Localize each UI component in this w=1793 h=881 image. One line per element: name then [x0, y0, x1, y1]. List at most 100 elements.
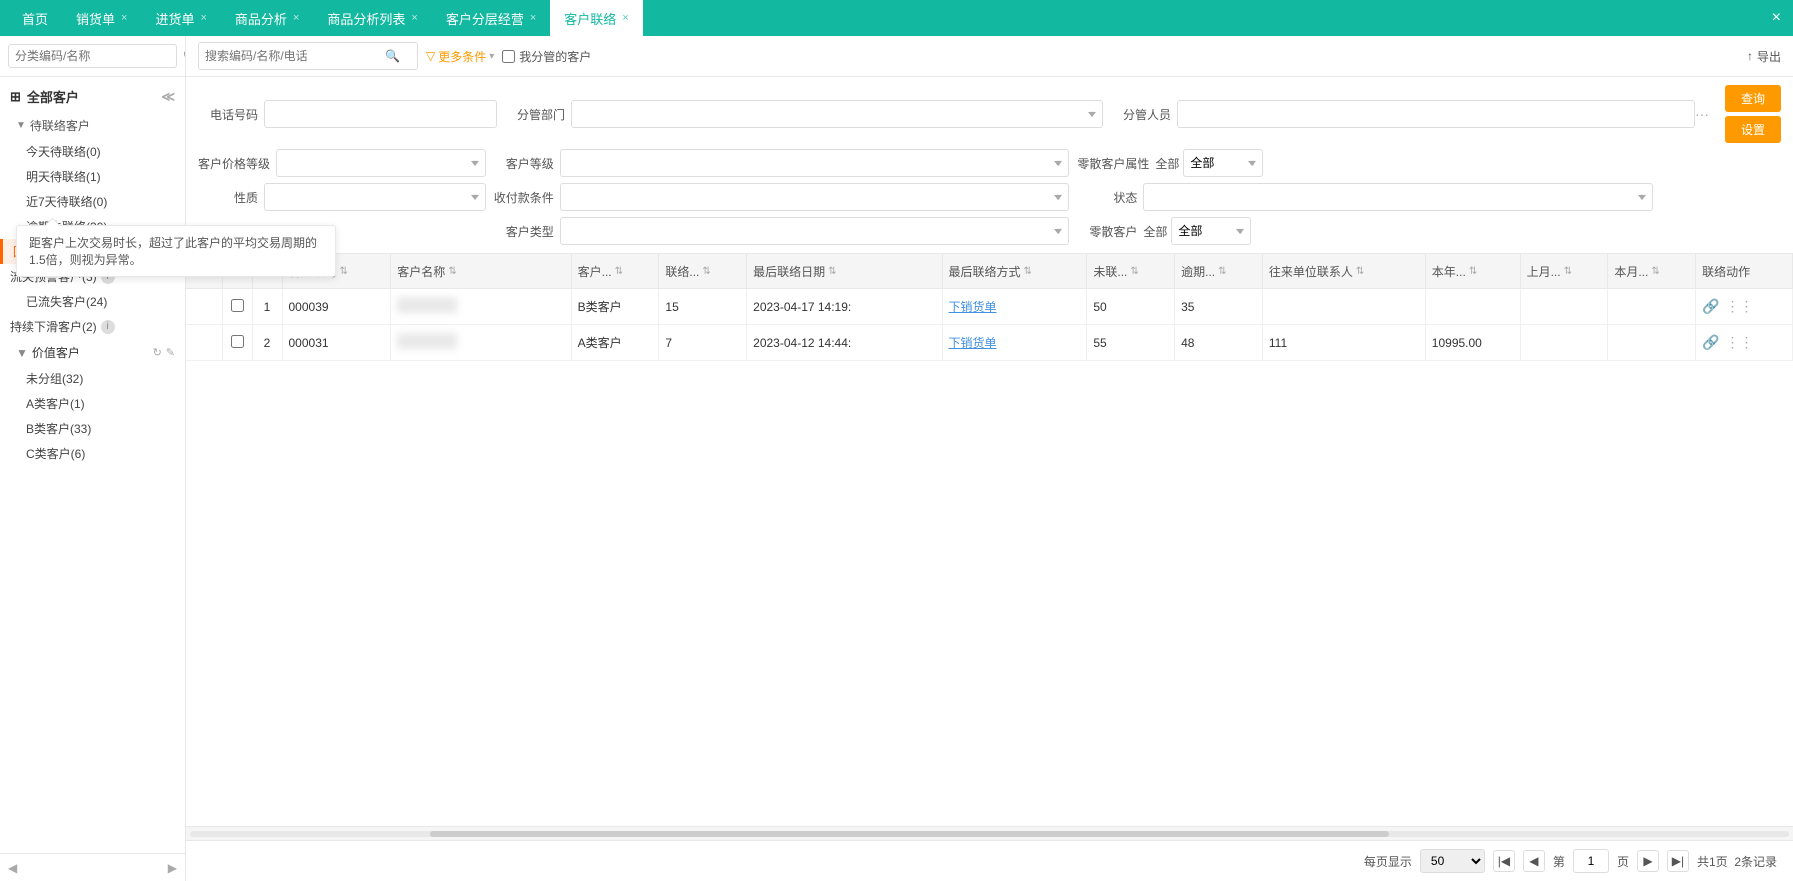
this-month-sort-icon: ⇅ — [1651, 266, 1659, 277]
manager-more-icon[interactable]: ··· — [1695, 106, 1709, 122]
th-name[interactable]: 客户名称 ⇅ — [391, 254, 571, 289]
th-overdue[interactable]: 逾期... ⇅ — [1175, 254, 1263, 289]
scroll-thumb[interactable] — [430, 831, 1389, 837]
sidebar-scroll-right-icon[interactable]: ▶ — [168, 861, 177, 875]
sidebar-item-today-pending[interactable]: 今天待联络(0) — [0, 139, 185, 164]
close-product-list-icon[interactable]: × — [411, 12, 417, 24]
search-input[interactable] — [205, 49, 385, 63]
close-purchase-icon[interactable]: × — [200, 12, 206, 24]
edit-icon[interactable]: ✎ — [166, 346, 175, 359]
value-arrow-icon: ▼ — [16, 346, 28, 360]
filter-price-level-select[interactable] — [276, 149, 486, 177]
more-conditions-button[interactable]: ▽ 更多条件 ▾ — [426, 48, 494, 65]
filter-manager-input[interactable] — [1177, 100, 1695, 128]
nav-item-home[interactable]: 首页 — [8, 0, 62, 36]
row1-link-icon[interactable]: 🔗 — [1702, 298, 1719, 315]
customer-type-sort-icon: ⇅ — [615, 266, 623, 277]
filter-gender-select[interactable] — [264, 183, 486, 211]
sidebar-item-declining[interactable]: 持续下滑客户(2) i — [0, 314, 185, 339]
my-customer-checkbox[interactable]: 我分管的客户 — [502, 48, 591, 65]
last-page-button[interactable]: ▶| — [1667, 850, 1689, 872]
refresh-icon[interactable]: ↻ — [153, 346, 162, 359]
name-sort-icon: ⇅ — [448, 266, 456, 277]
row1-checkbox[interactable] — [231, 299, 244, 312]
my-customer-check-input[interactable] — [502, 50, 515, 63]
query-button[interactable]: 查询 — [1725, 85, 1781, 112]
th-unlocked[interactable]: 未联... ⇅ — [1087, 254, 1175, 289]
export-button[interactable]: ↑ 导出 — [1747, 48, 1781, 65]
th-customer-type[interactable]: 客户... ⇅ — [571, 254, 659, 289]
nav-item-product-analysis[interactable]: 商品分析 × — [221, 0, 313, 36]
filter-row-4: ··· 客户类型 ▾ 零散客户 全部 全部 ▾ — [198, 217, 1781, 245]
close-customer-tier-icon[interactable]: × — [530, 12, 536, 24]
filter-status: 状态 ▾ — [1077, 183, 1653, 211]
filter-retail-customer: 零散客户 全部 全部 ▾ — [1077, 217, 1653, 245]
nav-item-sales[interactable]: 销货单 × — [62, 0, 141, 36]
row2-way-link[interactable]: 下销货单 — [949, 336, 997, 350]
close-customer-contact-icon[interactable]: × — [622, 12, 628, 24]
th-this-month[interactable]: 本月... ⇅ — [1608, 254, 1696, 289]
per-page-select[interactable]: 50 20 100 — [1420, 849, 1485, 873]
row1-way-link[interactable]: 下销货单 — [949, 300, 997, 314]
td-row1-last-date: 2023-04-17 14:19: — [747, 289, 942, 325]
filter-retail-customer-select[interactable]: 全部 — [1171, 217, 1251, 245]
settings-button[interactable]: 设置 — [1725, 116, 1781, 143]
declining-info-icon[interactable]: i — [101, 320, 115, 334]
filter-payment-select[interactable] — [560, 183, 1070, 211]
search-icon[interactable]: 🔍 — [385, 49, 400, 63]
sidebar-scroll-left-icon[interactable]: ◀ — [8, 861, 17, 875]
sidebar-item-7days-pending[interactable]: 近7天待联络(0) — [0, 189, 185, 214]
td-row2-last-month — [1520, 325, 1608, 361]
th-unit-contact[interactable]: 往来单位联系人 ⇅ — [1262, 254, 1425, 289]
sidebar-item-ungroup[interactable]: 未分组(32) — [0, 366, 185, 391]
all-customers-header[interactable]: ⊞ 全部客户 ≪ — [0, 81, 185, 112]
scroll-track — [190, 831, 1789, 837]
filter-status-select[interactable] — [1143, 183, 1653, 211]
first-page-button[interactable]: |◀ — [1493, 850, 1515, 872]
td-row1-unit-contact — [1262, 289, 1425, 325]
horizontal-scrollbar[interactable] — [186, 826, 1793, 840]
sidebar-item-a-class[interactable]: A类客户(1) — [0, 391, 185, 416]
filter-customer-type-select[interactable] — [560, 217, 1070, 245]
row2-link-icon[interactable]: 🔗 — [1702, 334, 1719, 351]
filter-panel: 电话号码 分管部门 ▾ 分管人员 ··· 查询 设置 — [186, 77, 1793, 254]
th-last-contact-way[interactable]: 最后联络方式 ⇅ — [942, 254, 1087, 289]
th-contact-count[interactable]: 联络... ⇅ — [659, 254, 747, 289]
row2-checkbox[interactable] — [231, 335, 244, 348]
close-product-analysis-icon[interactable]: × — [293, 12, 299, 24]
sidebar-collapse-icon[interactable]: ≪ — [161, 89, 175, 105]
sidebar-item-c-class[interactable]: C类客户(6) — [0, 441, 185, 466]
row2-dots-icon[interactable]: ⋮⋮ — [1726, 334, 1754, 351]
filter-retail-attr-select[interactable]: 全部 — [1183, 149, 1263, 177]
prev-page-button[interactable]: ◀ — [1523, 850, 1545, 872]
sidebar-bottom: ◀ ▶ — [0, 853, 185, 881]
filter-dept-select[interactable] — [571, 100, 1103, 128]
filter-phone-input[interactable] — [264, 100, 497, 128]
sidebar-search-input[interactable] — [8, 44, 177, 68]
pending-group-label[interactable]: ▼ 待联络客户 — [0, 112, 185, 139]
th-last-contact-date[interactable]: 最后联络日期 ⇅ — [747, 254, 942, 289]
unlocked-sort-icon: ⇅ — [1130, 266, 1138, 277]
nav-item-customer-tier[interactable]: 客户分层经营 × — [432, 0, 550, 36]
td-row1-overdue: 35 — [1175, 289, 1263, 325]
td-row1-checkbox — [222, 289, 252, 325]
nav-item-customer-contact[interactable]: 客户联络 × — [550, 0, 642, 36]
next-page-button[interactable]: ▶ — [1637, 850, 1659, 872]
table-area: ⚙ # 客户编码 ⇅ — [186, 254, 1793, 826]
row1-dots-icon[interactable]: ⋮⋮ — [1726, 298, 1754, 315]
nav-item-purchase[interactable]: 进货单 × — [141, 0, 220, 36]
filter-customer-level-select[interactable] — [560, 149, 1070, 177]
close-all-button[interactable]: × — [1772, 9, 1781, 27]
close-sales-icon[interactable]: × — [121, 12, 127, 24]
th-last-month[interactable]: 上月... ⇅ — [1520, 254, 1608, 289]
value-group-header[interactable]: ▼ 价值客户 ↻ ✎ — [0, 339, 185, 366]
sidebar-item-b-class[interactable]: B类客户(33) — [0, 416, 185, 441]
filter-payment: 收付款条件 ▾ — [494, 183, 1070, 211]
nav-item-product-list[interactable]: 商品分析列表 × — [313, 0, 431, 36]
th-this-year[interactable]: 本年... ⇅ — [1425, 254, 1520, 289]
page-input[interactable] — [1573, 849, 1609, 873]
td-row1-unlocked: 50 — [1087, 289, 1175, 325]
sidebar-item-lost[interactable]: 已流失客户(24) — [0, 289, 185, 314]
td-row1-last-way: 下销货单 — [942, 289, 1087, 325]
sidebar-item-tomorrow-pending[interactable]: 明天待联络(1) — [0, 164, 185, 189]
